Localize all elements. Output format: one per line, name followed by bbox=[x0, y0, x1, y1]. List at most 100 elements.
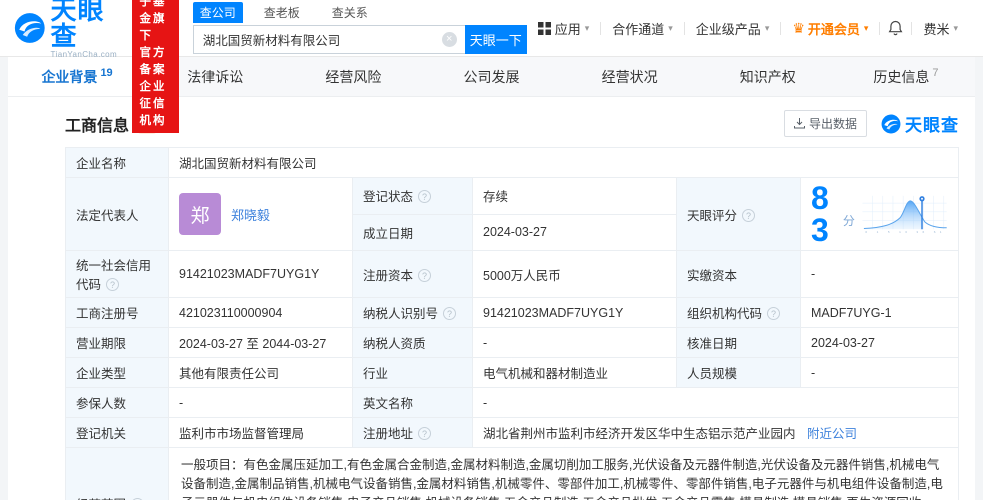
field-label: 纳税人识别号? bbox=[352, 297, 473, 328]
search-tab-relation[interactable]: 查关系 bbox=[325, 2, 375, 23]
tab-operating-status[interactable]: 经营状况 bbox=[561, 57, 699, 96]
tianyancha-logo[interactable]: 天眼查 TianYanCha.com bbox=[14, 0, 122, 59]
field-label: 企业类型 bbox=[65, 357, 169, 388]
approval-date-value: 2024-03-27 bbox=[800, 327, 959, 358]
info-icon[interactable]: ? bbox=[418, 427, 432, 440]
company-type-value: 其他有限责任公司 bbox=[168, 357, 353, 388]
nav-membership-label: 开通会员 bbox=[807, 21, 860, 37]
search-input[interactable] bbox=[192, 25, 465, 54]
nav-open-membership[interactable]: ♛ 开通会员 ▾ bbox=[781, 19, 879, 38]
legal-rep-cell: 郑 郑晓毅 bbox=[168, 177, 353, 251]
chevron-down-icon: ▾ bbox=[764, 22, 770, 33]
nav-enterprise-products[interactable]: 企业级产品 ▾ bbox=[685, 19, 781, 38]
field-label: 纳税人资质 bbox=[352, 327, 473, 358]
table-row: 参保人数 - 英文名称 - bbox=[65, 387, 959, 418]
nav-apps-label: 应用 bbox=[554, 21, 581, 37]
table-row: 营业期限 2024-03-27 至 2044-03-27 纳税人资质 - 核准日… bbox=[65, 327, 959, 358]
field-label-text: 注册地址 bbox=[363, 427, 414, 441]
top-nav: 应用 ▾ 合作通道 ▾ 企业级产品 ▾ ♛ 开通会员 ▾ 费米 ▾ bbox=[527, 19, 969, 38]
table-row: 统一社会信用代码? 91421023MADF7UYG1Y 注册资本? 5000万… bbox=[65, 250, 959, 298]
field-label: 企业名称 bbox=[65, 147, 169, 178]
score-unit: 分 bbox=[842, 213, 855, 228]
search-button[interactable]: 天眼一下 bbox=[464, 25, 527, 54]
credit-code-value: 91421023MADF7UYG1Y bbox=[168, 250, 353, 298]
gov-badge-line2: 官方备案企业征信机构 bbox=[139, 47, 167, 127]
field-label-text: 注册资本 bbox=[363, 268, 414, 283]
org-code-value: MADF7UYG-1 bbox=[800, 297, 959, 328]
business-scope-value: 一般项目：有色金属压延加工,有色金属合金制造,金属材料制造,金属切削加工服务,光… bbox=[181, 458, 943, 500]
tianyan-score-cell[interactable]: 83 分 0 1 5 13 36 61 bbox=[800, 177, 959, 251]
table-row: 经营范围? 一般项目：有色金属压延加工,有色金属合金制造,金属材料制造,金属切削… bbox=[65, 447, 959, 500]
export-data-button[interactable]: 导出数据 bbox=[783, 110, 867, 137]
reg-capital-value: 5000万人民币 bbox=[472, 250, 677, 298]
nav-apps[interactable]: 应用 ▾ bbox=[527, 19, 601, 38]
info-icon[interactable]: ? bbox=[106, 278, 120, 291]
tab-label: 历史信息 bbox=[873, 68, 930, 85]
paid-capital-value: - bbox=[800, 250, 959, 298]
top-header: 天眼查 TianYanCha.com 国家中小企业发展子基金旗下 官方备案企业征… bbox=[0, 0, 983, 133]
tianyancha-logo-icon bbox=[881, 114, 901, 133]
info-icon[interactable]: ? bbox=[742, 208, 756, 222]
nav-username: 费米 bbox=[923, 21, 950, 37]
tab-label: 知识产权 bbox=[739, 68, 796, 85]
tab-history-info[interactable]: 历史信息 7 bbox=[837, 57, 975, 96]
info-icon[interactable]: ? bbox=[418, 190, 432, 204]
field-label: 核准日期 bbox=[676, 327, 801, 358]
legal-rep-link[interactable]: 郑晓毅 bbox=[231, 205, 270, 224]
field-label: 统一社会信用代码? bbox=[65, 250, 169, 298]
nav-enterprise-label: 企业级产品 bbox=[695, 21, 761, 37]
score-distribution-chart: 0 1 5 13 36 61 87 99 100 bbox=[862, 195, 948, 234]
tab-operating-risk[interactable]: 经营风险 bbox=[284, 57, 422, 96]
info-icon[interactable]: ? bbox=[443, 307, 457, 320]
field-label: 经营范围? bbox=[65, 447, 169, 500]
establish-date-value: 2024-03-27 bbox=[472, 213, 677, 251]
company-name-value: 湖北国贸新材料有限公司 bbox=[168, 147, 959, 178]
field-label: 英文名称 bbox=[352, 387, 473, 418]
field-label: 组织机构代码? bbox=[676, 297, 801, 328]
score-axis-labels: 0 1 5 13 36 61 87 99 100 bbox=[865, 230, 948, 234]
business-info-table: 企业名称 湖北国贸新材料有限公司 法定代表人 郑 郑晓毅 登记状态? 存续 天眼… bbox=[65, 147, 959, 500]
field-label: 注册地址? bbox=[352, 417, 473, 448]
field-label: 实缴资本 bbox=[676, 250, 801, 298]
reg-authority-value: 监利市市场监督管理局 bbox=[168, 417, 353, 448]
score-value: 83 bbox=[811, 180, 829, 248]
chevron-down-icon: ▾ bbox=[863, 22, 869, 33]
tab-label: 经营风险 bbox=[325, 68, 382, 85]
clear-search-icon[interactable]: × bbox=[441, 32, 457, 47]
tianyancha-logo-icon bbox=[14, 13, 45, 43]
chevron-down-icon: ▾ bbox=[584, 22, 590, 33]
tab-label: 企业背景 bbox=[41, 68, 98, 85]
tab-company-development[interactable]: 公司发展 bbox=[422, 57, 560, 96]
search-tab-boss[interactable]: 查老板 bbox=[257, 2, 307, 23]
industry-value: 电气机械和器材制造业 bbox=[472, 357, 677, 388]
info-icon[interactable]: ? bbox=[418, 268, 432, 282]
tab-company-background[interactable]: 企业背景 19 bbox=[8, 57, 147, 96]
nav-cooperation-label: 合作通道 bbox=[612, 21, 665, 37]
gov-badge-line1: 国家中小企业发展子基金旗下 bbox=[139, 0, 167, 42]
field-label: 成立日期 bbox=[352, 213, 473, 251]
table-row: 企业名称 湖北国贸新材料有限公司 bbox=[65, 147, 959, 178]
nearby-companies-link[interactable]: 附近公司 bbox=[807, 427, 857, 441]
gov-certification-badge: 国家中小企业发展子基金旗下 官方备案企业征信机构 bbox=[131, 0, 179, 133]
legal-rep-avatar[interactable]: 郑 bbox=[179, 193, 221, 235]
brand-name: 天眼查 bbox=[905, 116, 959, 135]
nav-user-menu[interactable]: 费米 ▾ bbox=[912, 19, 969, 38]
nav-cooperation[interactable]: 合作通道 ▾ bbox=[601, 19, 684, 38]
export-label: 导出数据 bbox=[808, 117, 857, 131]
watermark-brand-logo: 天眼查 bbox=[881, 111, 959, 136]
field-label: 行业 bbox=[352, 357, 473, 388]
field-label: 登记状态? bbox=[352, 177, 473, 215]
taxpayer-id-value: 91421023MADF7UYG1Y bbox=[472, 297, 677, 328]
tab-label: 法律诉讼 bbox=[187, 68, 244, 85]
tab-intellectual-property[interactable]: 知识产权 bbox=[699, 57, 837, 96]
table-row: 登记机关 监利市市场监督管理局 注册地址? 湖北省荆州市监利市经济开发区华中生态… bbox=[65, 417, 959, 448]
search-tab-company[interactable]: 查公司 bbox=[192, 2, 243, 23]
info-icon[interactable]: ? bbox=[767, 307, 781, 320]
crown-icon: ♛ bbox=[792, 19, 805, 36]
field-label-text: 登记状态 bbox=[363, 190, 414, 205]
reg-number-value: 421023110000904 bbox=[168, 297, 353, 328]
taxpayer-quality-value: - bbox=[472, 327, 677, 358]
field-label-text: 天眼评分 bbox=[687, 208, 738, 223]
notifications-bell-icon[interactable] bbox=[880, 20, 911, 36]
field-label: 法定代表人 bbox=[65, 177, 169, 251]
